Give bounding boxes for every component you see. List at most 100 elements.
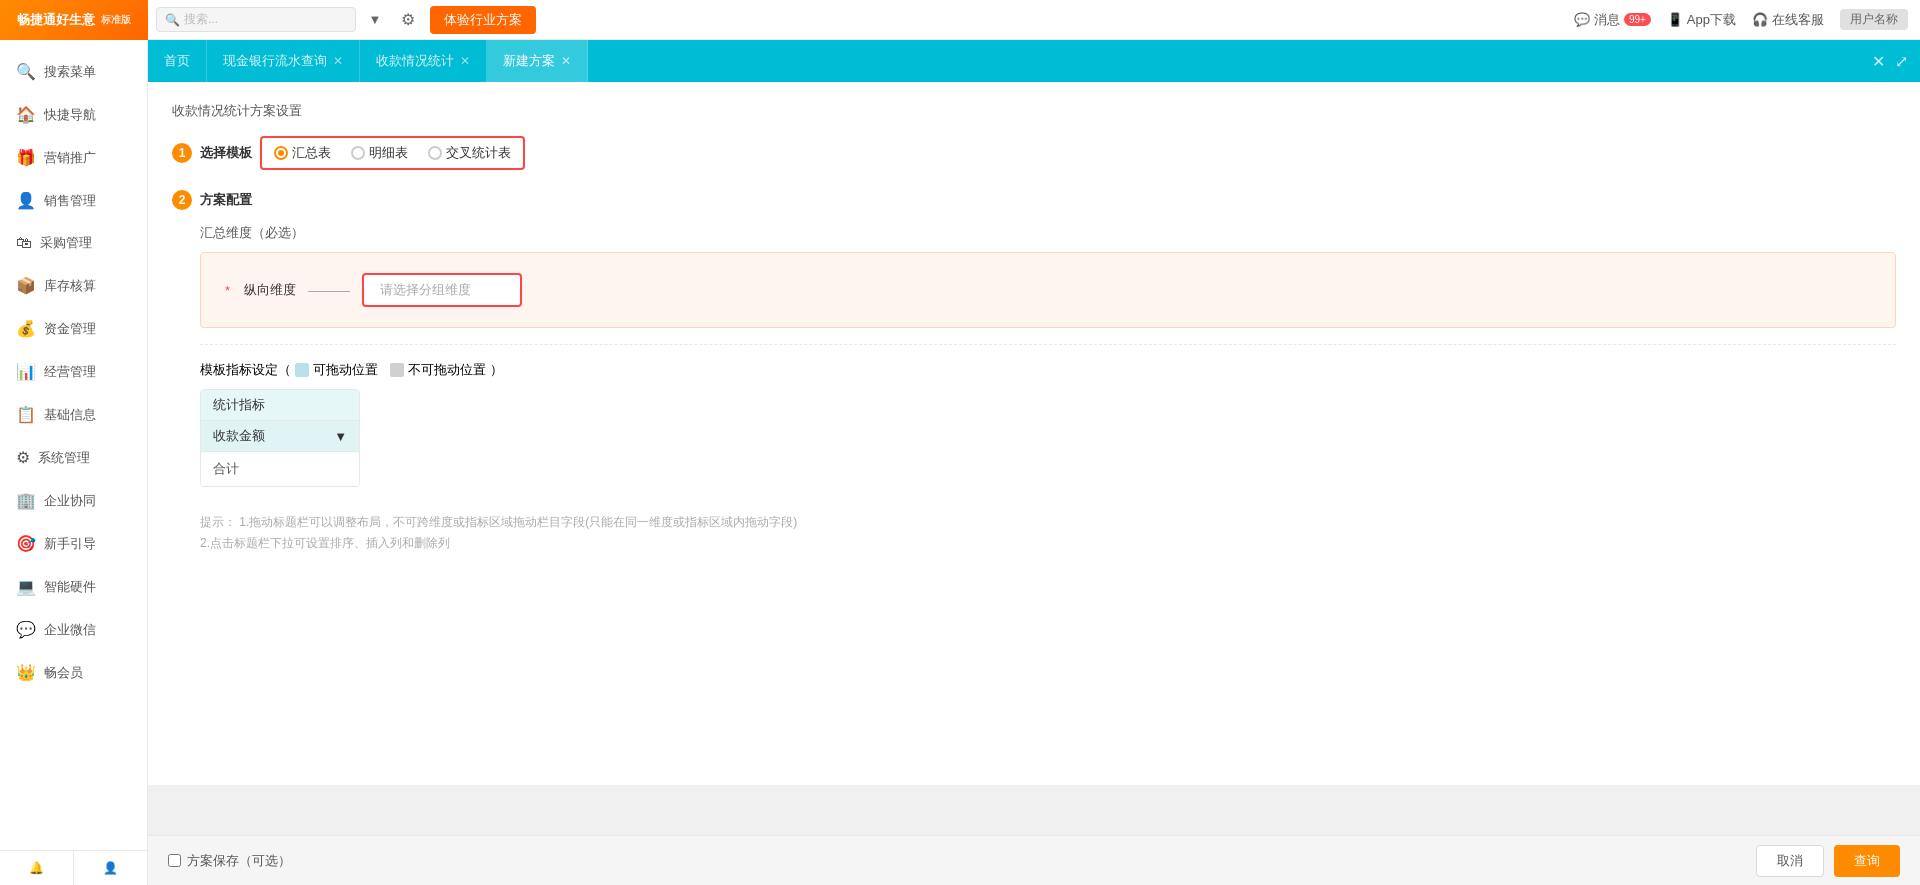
- radio-detail-circle: [351, 146, 365, 160]
- col-header-row[interactable]: 收款金额 ▼: [201, 421, 359, 452]
- sidebar-item-smart-hw[interactable]: 💻 智能硬件: [0, 565, 147, 608]
- header-dropdown-btn[interactable]: ▼: [364, 9, 386, 31]
- tab-new-plan-label: 新建方案: [503, 52, 555, 70]
- tab-bank-flow[interactable]: 现金银行流水查询 ✕: [207, 40, 360, 82]
- online-service-item[interactable]: 🎧 在线客服: [1752, 11, 1824, 29]
- section2-title: 方案配置: [200, 191, 252, 209]
- tab-bar-right: ✕ ⤢: [1860, 40, 1920, 82]
- page-content: 收款情况统计方案设置 1 选择模板 汇总表 明细表: [148, 82, 1920, 835]
- sidebar-item-search-menu[interactable]: 🔍 搜索菜单: [0, 50, 147, 93]
- col-header-label: 收款金额: [213, 427, 265, 445]
- metrics-label: 统计指标: [213, 396, 265, 414]
- save-plan-checkbox-input[interactable]: [168, 854, 181, 867]
- app-download-item[interactable]: 📱 App下载: [1667, 11, 1736, 29]
- sidebar-item-label: 企业协同: [44, 492, 96, 510]
- draggable-dot: [295, 363, 309, 377]
- tab-payment-stats-close[interactable]: ✕: [460, 54, 470, 68]
- sidebar-item-quick-nav[interactable]: 🏠 快捷导航: [0, 93, 147, 136]
- footer-right: 取消 查询: [1756, 845, 1900, 877]
- tab-maximize-icon[interactable]: ⤢: [1895, 52, 1908, 71]
- radio-summary[interactable]: 汇总表: [274, 144, 331, 162]
- tab-new-plan[interactable]: 新建方案 ✕: [487, 40, 588, 82]
- dimension-label-text: 汇总维度（必选）: [200, 225, 304, 240]
- sidebar-item-label: 企业微信: [44, 621, 96, 639]
- sidebar-item-label: 新手引导: [44, 535, 96, 553]
- fixed-dot: [390, 363, 404, 377]
- tab-close-window-icon[interactable]: ✕: [1872, 52, 1885, 71]
- dimension-section-label: 汇总维度（必选）: [200, 224, 1896, 242]
- tab-payment-stats-label: 收款情况统计: [376, 52, 454, 70]
- content-area: 首页 现金银行流水查询 ✕ 收款情况统计 ✕ 新建方案 ✕ ✕ ⤢ 收款情况统计…: [148, 40, 1920, 885]
- save-plan-checkbox[interactable]: 方案保存（可选）: [168, 852, 291, 870]
- dimension-row: * 纵向维度 ——— 请选择分组维度: [225, 273, 1871, 307]
- message-icon: 💬: [1574, 12, 1590, 27]
- sidebar-item-enterprise[interactable]: 🏢 企业协同: [0, 479, 147, 522]
- header-search-box[interactable]: 🔍 搜索...: [156, 7, 356, 32]
- sidebar-item-marketing[interactable]: 🎁 营销推广: [0, 136, 147, 179]
- sidebar-item-system[interactable]: ⚙ 系统管理: [0, 436, 147, 479]
- radio-detail-label: 明细表: [369, 144, 408, 162]
- smart-hw-icon: 💻: [16, 577, 36, 596]
- sidebar-item-sales[interactable]: 👤 销售管理: [0, 179, 147, 222]
- sidebar-bottom-btn-left[interactable]: 🔔: [0, 851, 74, 885]
- sidebar-item-label: 快捷导航: [44, 106, 96, 124]
- sidebar-item-guide[interactable]: 🎯 新手引导: [0, 522, 147, 565]
- dimension-select[interactable]: 请选择分组维度: [362, 273, 522, 307]
- marketing-icon: 🎁: [16, 148, 36, 167]
- tab-bank-flow-close[interactable]: ✕: [333, 54, 343, 68]
- sidebar-item-purchase[interactable]: 🛍 采购管理: [0, 222, 147, 264]
- draggable-label: 可拖动位置: [313, 361, 378, 379]
- metrics-close-paren: ）: [490, 361, 503, 379]
- sales-icon: 👤: [16, 191, 36, 210]
- sidebar-item-operation[interactable]: 📊 经营管理: [0, 350, 147, 393]
- cancel-button[interactable]: 取消: [1756, 845, 1824, 877]
- page-breadcrumb: 收款情况统计方案设置: [172, 102, 1896, 120]
- inventory-icon: 📦: [16, 276, 36, 295]
- save-plan-label: 方案保存（可选）: [187, 852, 291, 870]
- sidebar-item-wechat[interactable]: 💬 企业微信: [0, 608, 147, 651]
- tab-home-label: 首页: [164, 52, 190, 70]
- sidebar-item-label: 库存核算: [44, 277, 96, 295]
- notification-label: 消息: [1594, 11, 1620, 29]
- metrics-table: 统计指标 收款金额 ▼ 合计: [200, 389, 360, 487]
- section2-num: 2: [172, 190, 192, 210]
- online-service-label: 在线客服: [1772, 11, 1824, 29]
- sidebar-item-inventory[interactable]: 📦 库存核算: [0, 264, 147, 307]
- dimension-area: * 纵向维度 ——— 请选择分组维度: [200, 252, 1896, 328]
- main-layout: 🔍 搜索菜单 🏠 快捷导航 🎁 营销推广 👤 销售管理 🛍 采购管理 📦 库存核…: [0, 40, 1920, 885]
- radio-cross[interactable]: 交叉统计表: [428, 144, 511, 162]
- section1-title: 选择模板: [200, 144, 252, 162]
- tips-section: 提示： 1.拖动标题栏可以调整布局，不可跨维度或指标区域拖动栏目字段(只能在同一…: [200, 514, 1896, 552]
- notification-badge: 99+: [1624, 13, 1651, 26]
- sidebar-item-member[interactable]: 👑 畅会员: [0, 651, 147, 694]
- search-placeholder: 搜索...: [184, 11, 218, 28]
- fixed-label: 不可拖动位置: [408, 361, 486, 379]
- tab-payment-stats[interactable]: 收款情况统计 ✕: [360, 40, 487, 82]
- app-logo: 畅捷通好生意 标准版: [0, 0, 148, 40]
- sidebar-item-finance[interactable]: 💰 资金管理: [0, 307, 147, 350]
- sidebar-item-basic-info[interactable]: 📋 基础信息: [0, 393, 147, 436]
- guide-icon: 🎯: [16, 534, 36, 553]
- radio-summary-label: 汇总表: [292, 144, 331, 162]
- col-header-dropdown-icon[interactable]: ▼: [334, 429, 347, 444]
- app-download-label: App下载: [1687, 11, 1736, 29]
- query-button[interactable]: 查询: [1834, 845, 1900, 877]
- notification-item[interactable]: 💬 消息 99+: [1574, 11, 1651, 29]
- tab-bank-flow-label: 现金银行流水查询: [223, 52, 327, 70]
- tab-new-plan-close[interactable]: ✕: [561, 54, 571, 68]
- header-right: 💬 消息 99+ 📱 App下载 🎧 在线客服 用户名称: [1574, 9, 1908, 30]
- app-icon: 📱: [1667, 12, 1683, 27]
- user-avatar[interactable]: 用户名称: [1840, 9, 1908, 30]
- footer-bar: 方案保存（可选） 取消 查询: [148, 835, 1920, 885]
- search-icon: 🔍: [165, 13, 180, 27]
- tab-home[interactable]: 首页: [148, 40, 207, 82]
- operation-icon: 📊: [16, 362, 36, 381]
- radio-summary-circle: [274, 146, 288, 160]
- settings-icon[interactable]: ⚙: [394, 6, 422, 34]
- radio-detail[interactable]: 明细表: [351, 144, 408, 162]
- sidebar-bottom-btn-right[interactable]: 👤: [74, 851, 147, 885]
- logo-text: 畅捷通好生意: [17, 11, 95, 29]
- sidebar-item-label: 畅会员: [44, 664, 83, 682]
- required-marker: *: [225, 283, 230, 298]
- industry-plan-button[interactable]: 体验行业方案: [430, 6, 536, 34]
